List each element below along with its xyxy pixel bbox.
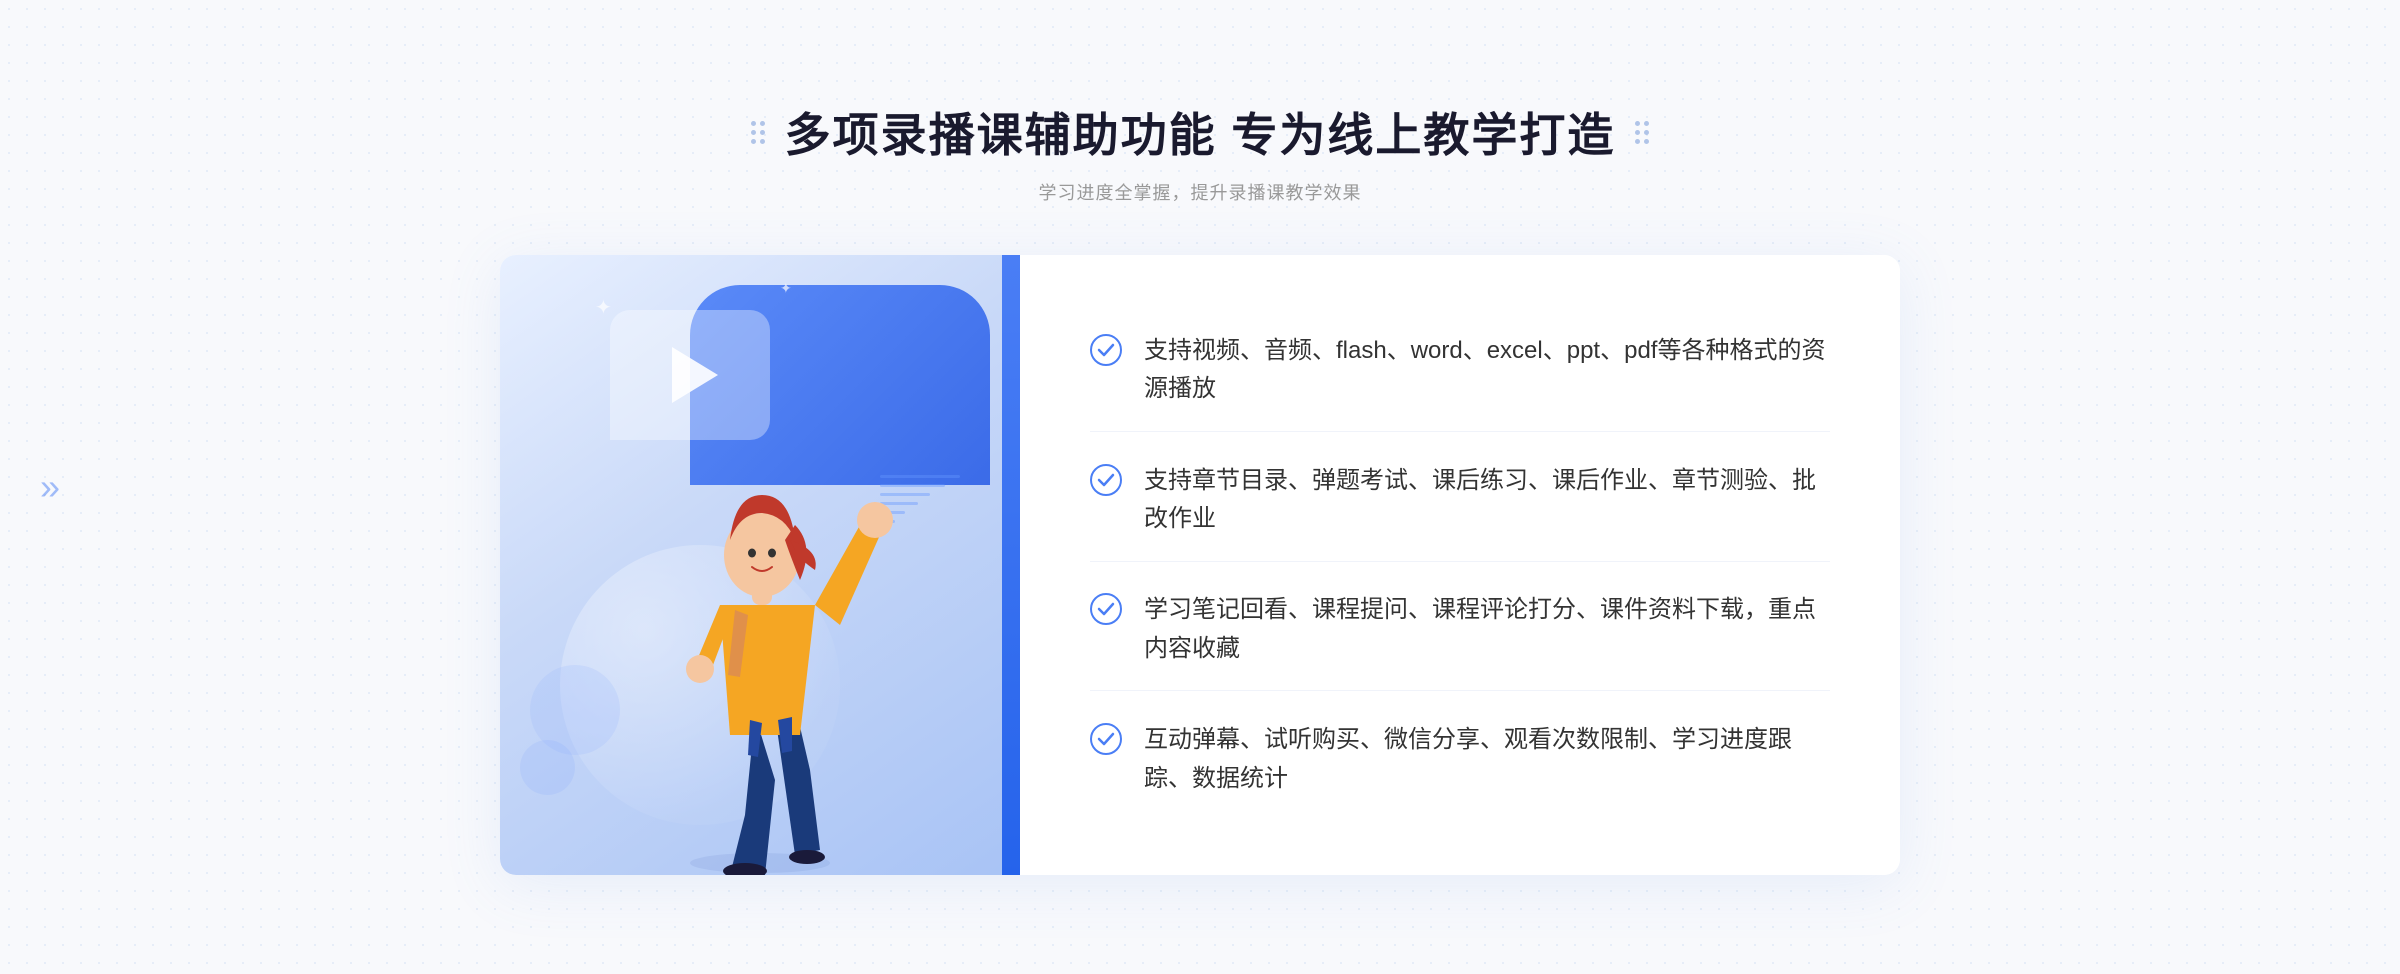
sparkle-2: ✦ xyxy=(780,280,792,297)
blue-accent-bar xyxy=(1002,255,1020,875)
person-figure xyxy=(600,395,920,875)
check-icon-4 xyxy=(1090,723,1122,755)
feature-text-1: 支持视频、音频、flash、word、excel、ppt、pdf等各种格式的资源… xyxy=(1144,332,1830,409)
feature-text-4: 互动弹幕、试听购买、微信分享、观看次数限制、学习进度跟踪、数据统计 xyxy=(1144,721,1830,798)
feature-text-2: 支持章节目录、弹题考试、课后练习、课后作业、章节测验、批改作业 xyxy=(1144,462,1830,539)
feature-item-2: 支持章节目录、弹题考试、课后练习、课后作业、章节测验、批改作业 xyxy=(1090,440,1830,562)
feature-text-3: 学习笔记回看、课程提问、课程评论打分、课件资料下载，重点内容收藏 xyxy=(1144,591,1830,668)
check-icon-2 xyxy=(1090,464,1122,496)
header-title-row: 多项录播课辅助功能 专为线上教学打造 xyxy=(751,99,1650,165)
subtitle: 学习进度全掌握，提升录播课教学效果 xyxy=(751,179,1650,205)
deco-circle-2 xyxy=(520,740,575,795)
sparkle-1: ✦ xyxy=(595,295,612,320)
main-title: 多项录播课辅助功能 专为线上教学打造 xyxy=(785,99,1616,165)
check-icon-1 xyxy=(1090,334,1122,366)
page-wrapper: 多项录播课辅助功能 专为线上教学打造 学习进度全掌握，提升录播课教学效果 xyxy=(0,0,2400,974)
left-arrow-decoration: » xyxy=(40,466,60,508)
content-area: ✦ ✦ xyxy=(500,255,1900,875)
dots-left xyxy=(751,121,765,144)
check-icon-3 xyxy=(1090,593,1122,625)
header-section: 多项录播课辅助功能 专为线上教学打造 学习进度全掌握，提升录播课教学效果 xyxy=(751,99,1650,205)
feature-item-1: 支持视频、音频、flash、word、excel、ppt、pdf等各种格式的资源… xyxy=(1090,310,1830,432)
feature-item-3: 学习笔记回看、课程提问、课程评论打分、课件资料下载，重点内容收藏 xyxy=(1090,569,1830,691)
feature-item-4: 互动弹幕、试听购买、微信分享、观看次数限制、学习进度跟踪、数据统计 xyxy=(1090,699,1830,820)
dots-right xyxy=(1635,121,1649,144)
illustration-panel: ✦ ✦ xyxy=(500,255,1020,875)
features-panel: 支持视频、音频、flash、word、excel、ppt、pdf等各种格式的资源… xyxy=(1020,255,1900,875)
